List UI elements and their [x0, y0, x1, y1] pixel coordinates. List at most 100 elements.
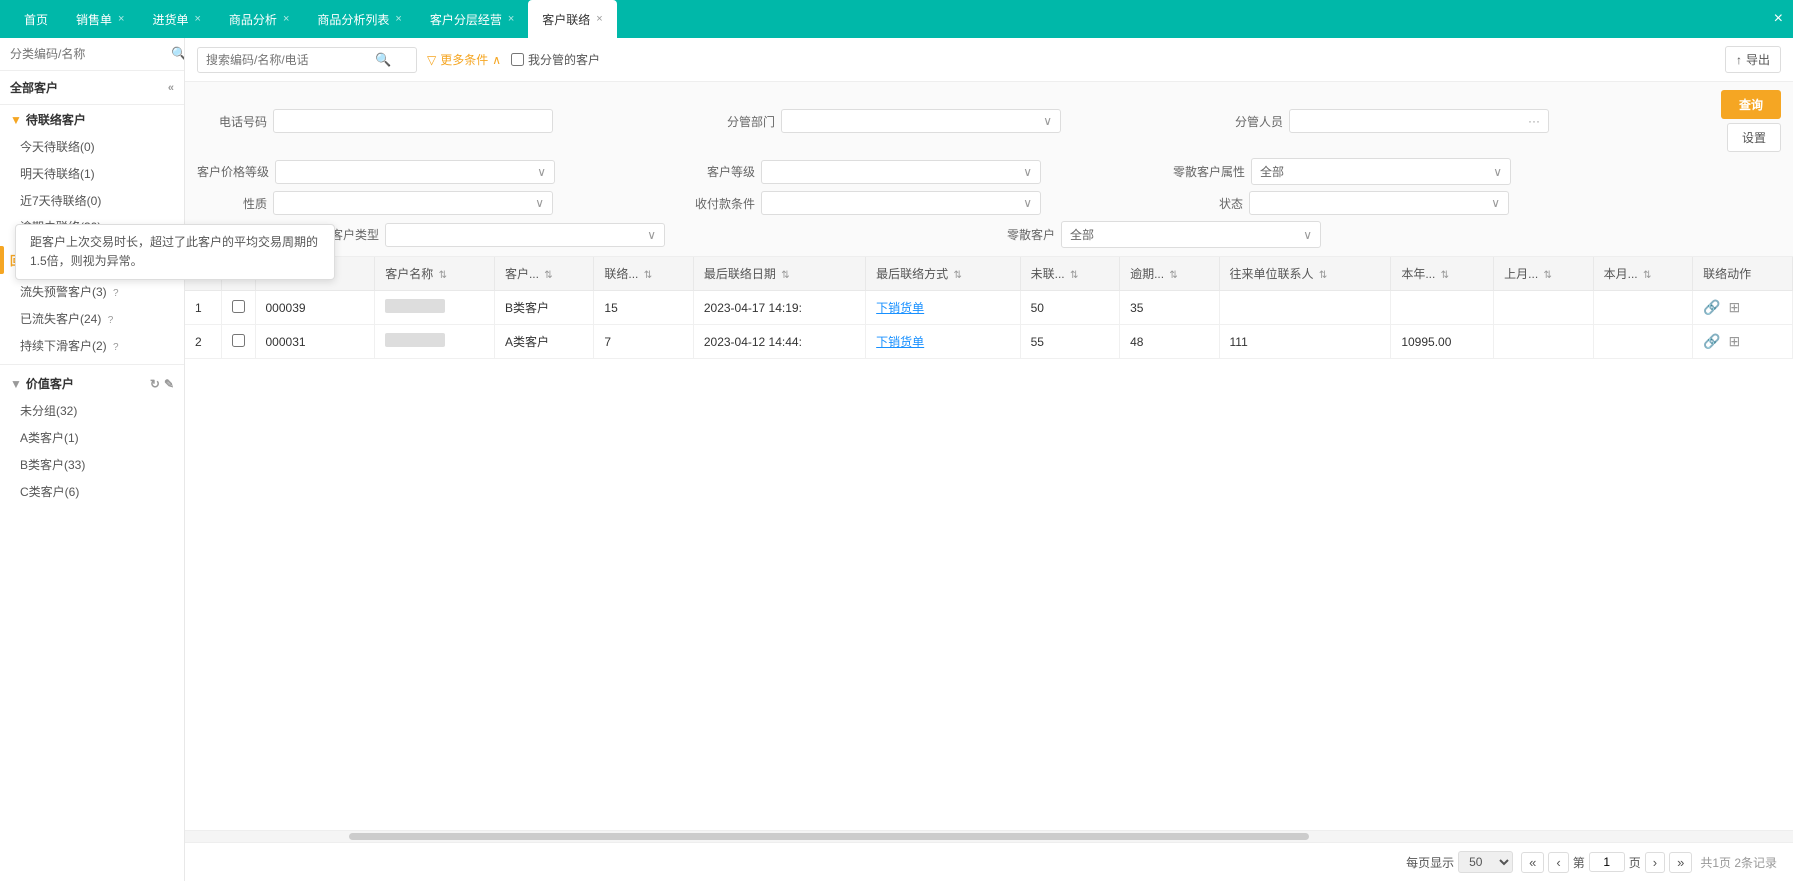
- scrollbar-thumb[interactable]: [349, 833, 1309, 840]
- sidebar-search-icon[interactable]: 🔍: [171, 46, 185, 62]
- phone-label: 电话号码: [197, 113, 267, 130]
- customer-type-chevron-icon: ∨: [647, 228, 656, 242]
- tab-analysis-list[interactable]: 商品分析列表 ×: [303, 0, 415, 38]
- row1-link-icon[interactable]: 🔗: [1703, 299, 1720, 316]
- row2-link-icon[interactable]: 🔗: [1703, 333, 1720, 350]
- my-customers-checkbox[interactable]: [511, 53, 524, 66]
- export-button[interactable]: ↑ 导出: [1725, 46, 1781, 73]
- close-all-tabs-button[interactable]: ×: [1774, 10, 1783, 28]
- row2-select-checkbox[interactable]: [232, 334, 245, 347]
- gender-field: 性质 ∨: [197, 191, 673, 215]
- retail-chevron-icon: ∨: [1303, 228, 1312, 242]
- close-sales-icon[interactable]: ×: [118, 13, 124, 25]
- filter-icon: ▽: [427, 53, 436, 67]
- col-overdue[interactable]: 逾期... ⇅: [1120, 257, 1219, 291]
- tab-analysis[interactable]: 商品分析 ×: [215, 0, 303, 38]
- pending-contact-label: 待联络客户: [26, 111, 86, 128]
- row1-last-month: [1494, 291, 1593, 325]
- loss-warning-help-icon[interactable]: ?: [113, 288, 119, 299]
- top-nav: 首页 销售单 × 进货单 × 商品分析 × 商品分析列表 × 客户分层经营 × …: [0, 0, 1793, 38]
- row2-last-contact-method[interactable]: 下销货单: [866, 325, 1020, 359]
- export-label: 导出: [1746, 51, 1770, 68]
- sidebar-item-b-class[interactable]: B类客户(33): [0, 452, 184, 479]
- pending-contact-group[interactable]: ▼ 待联络客户: [0, 105, 184, 134]
- query-button[interactable]: 查询: [1721, 90, 1781, 119]
- row1-select-checkbox[interactable]: [232, 300, 245, 313]
- first-page-button[interactable]: «: [1521, 852, 1544, 873]
- all-customers-title: 全部客户 «: [0, 71, 184, 105]
- row2-grid-icon[interactable]: ⊞: [1729, 333, 1741, 350]
- pay-terms-select[interactable]: ∨: [761, 191, 1041, 215]
- col-this-month[interactable]: 本月... ⇅: [1593, 257, 1692, 291]
- retail-attr-select[interactable]: 全部 ∨: [1251, 158, 1511, 185]
- declining-help-icon[interactable]: ?: [113, 342, 119, 353]
- col-not-contacted[interactable]: 未联... ⇅: [1020, 257, 1119, 291]
- row2-checkbox[interactable]: [221, 325, 255, 359]
- lost-help-icon[interactable]: ?: [108, 315, 114, 326]
- row2-method-link[interactable]: 下销货单: [876, 335, 924, 349]
- close-customer-mgmt-icon[interactable]: ×: [508, 13, 514, 25]
- collapse-sidebar-icon[interactable]: «: [168, 82, 174, 94]
- dept-select[interactable]: ∨: [781, 109, 1061, 133]
- sort-unit-icon: ⇅: [1319, 270, 1327, 281]
- manager-field: 分管人员 ···: [1213, 109, 1709, 133]
- main-search-input[interactable]: [206, 53, 371, 67]
- dept-chevron-icon: ∨: [1043, 114, 1052, 128]
- row1-action-icons: 🔗 ⊞: [1703, 299, 1782, 316]
- value-customer-group[interactable]: ▼ 价值客户 ↻ ✎: [0, 369, 184, 398]
- more-conditions-button[interactable]: ▽ 更多条件 ∧: [427, 51, 501, 68]
- tab-customer-mgmt[interactable]: 客户分层经营 ×: [416, 0, 528, 38]
- prev-page-button[interactable]: ‹: [1548, 852, 1568, 873]
- edit-icon[interactable]: ✎: [164, 377, 174, 391]
- sidebar-item-c-class[interactable]: C类客户(6): [0, 479, 184, 506]
- gender-chevron-icon: ∨: [535, 196, 544, 210]
- row1-last-contact-method[interactable]: 下销货单: [866, 291, 1020, 325]
- sidebar-item-ungrouped[interactable]: 未分组(32): [0, 398, 184, 425]
- row1-checkbox[interactable]: [221, 291, 255, 325]
- sidebar-item-declining[interactable]: 持续下滑客户(2) ?: [0, 333, 184, 360]
- row2-action: 🔗 ⊞: [1693, 325, 1793, 359]
- tab-home[interactable]: 首页: [10, 0, 62, 38]
- customer-type-select[interactable]: ∨: [385, 223, 665, 247]
- sidebar-item-tomorrow[interactable]: 明天待联络(1): [0, 161, 184, 188]
- sidebar-item-today[interactable]: 今天待联络(0): [0, 134, 184, 161]
- per-page-select[interactable]: 50 100 200: [1458, 851, 1513, 873]
- phone-input[interactable]: [273, 109, 553, 133]
- retail-select[interactable]: 全部 ∨: [1061, 221, 1321, 248]
- col-last-contact-method[interactable]: 最后联络方式 ⇅: [866, 257, 1020, 291]
- col-unit-contact[interactable]: 往来单位联系人 ⇅: [1219, 257, 1391, 291]
- manager-select[interactable]: ···: [1289, 109, 1549, 133]
- row1-grid-icon[interactable]: ⊞: [1729, 299, 1741, 316]
- refresh-icon[interactable]: ↻: [150, 377, 160, 391]
- row1-method-link[interactable]: 下销货单: [876, 301, 924, 315]
- close-purchase-icon[interactable]: ×: [194, 13, 200, 25]
- sidebar-item-loss-warning[interactable]: 流失预警客户(3) ?: [0, 279, 184, 306]
- close-analysis-icon[interactable]: ×: [283, 13, 289, 25]
- sidebar-item-lost[interactable]: 已流失客户(24) ?: [0, 306, 184, 333]
- main-search-icon[interactable]: 🔍: [375, 52, 391, 68]
- sidebar-item-a-class[interactable]: A类客户(1): [0, 425, 184, 452]
- sidebar-item-7days[interactable]: 近7天待联络(0): [0, 188, 184, 215]
- close-analysis-list-icon[interactable]: ×: [395, 13, 401, 25]
- retail-attr-field: 零散客户属性 全部 ∨: [1173, 158, 1649, 185]
- tab-purchase[interactable]: 进货单 ×: [138, 0, 214, 38]
- col-customer-type[interactable]: 客户... ⇅: [494, 257, 593, 291]
- col-contact[interactable]: 联络... ⇅: [594, 257, 693, 291]
- last-page-button[interactable]: »: [1669, 852, 1692, 873]
- page-input[interactable]: [1589, 852, 1625, 872]
- gender-select[interactable]: ∨: [273, 191, 553, 215]
- tab-sales[interactable]: 销售单 ×: [62, 0, 138, 38]
- col-name[interactable]: 客户名称 ⇅: [375, 257, 495, 291]
- tab-customer-contact[interactable]: 客户联络 ×: [528, 0, 616, 38]
- customer-grade-select[interactable]: ∨: [761, 160, 1041, 184]
- horizontal-scrollbar[interactable]: [185, 830, 1793, 842]
- sidebar-search-input[interactable]: [10, 47, 165, 61]
- col-this-year[interactable]: 本年... ⇅: [1391, 257, 1494, 291]
- col-last-contact-date[interactable]: 最后联络日期 ⇅: [693, 257, 865, 291]
- next-page-button[interactable]: ›: [1645, 852, 1665, 873]
- price-grade-select[interactable]: ∨: [275, 160, 555, 184]
- close-customer-contact-icon[interactable]: ×: [596, 13, 602, 25]
- col-last-month[interactable]: 上月... ⇅: [1494, 257, 1593, 291]
- status-select[interactable]: ∨: [1249, 191, 1509, 215]
- settings-button[interactable]: 设置: [1727, 123, 1781, 152]
